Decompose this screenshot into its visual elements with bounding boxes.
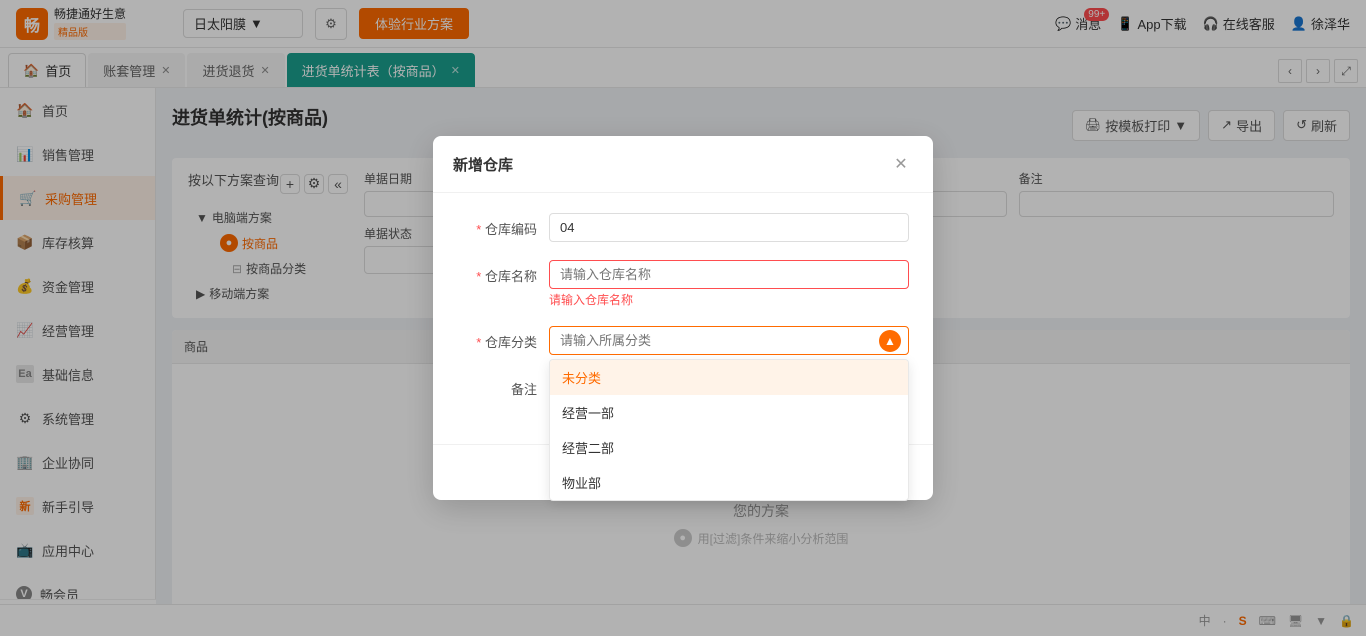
dropdown-option-unclassified[interactable]: 未分类: [550, 360, 908, 395]
dropdown-option-dept2[interactable]: 经营二部: [550, 430, 908, 465]
notes-label: 备注: [457, 373, 537, 398]
name-label: * 仓库名称: [457, 260, 537, 285]
name-control: 请输入仓库名称: [549, 260, 909, 308]
form-row-code: * 仓库编码: [457, 213, 909, 242]
warehouse-name-input[interactable]: [549, 260, 909, 289]
warehouse-code-input[interactable]: [549, 213, 909, 242]
form-row-name: * 仓库名称 请输入仓库名称: [457, 260, 909, 308]
code-label: * 仓库编码: [457, 213, 537, 238]
category-select-input[interactable]: [549, 326, 909, 355]
category-label: * 仓库分类: [457, 326, 537, 351]
dialog-title: 新增仓库: [453, 154, 513, 175]
code-control: [549, 213, 909, 242]
new-warehouse-dialog: 新增仓库 ✕ * 仓库编码 * 仓库名称: [433, 136, 933, 500]
category-dropdown: 未分类 经营一部 经营二部 物业部: [549, 359, 909, 501]
dialog-close-button[interactable]: ✕: [889, 152, 913, 176]
form-row-category: * 仓库分类 ▲ 未分类 经营一部 经营二部 物业部: [457, 326, 909, 355]
dialog-body: * 仓库编码 * 仓库名称 请输入仓库名称: [433, 193, 933, 440]
dropdown-option-dept3[interactable]: 物业部: [550, 465, 908, 500]
category-control: ▲ 未分类 经营一部 经营二部 物业部: [549, 326, 909, 355]
modal-overlay[interactable]: 新增仓库 ✕ * 仓库编码 * 仓库名称: [0, 0, 1366, 636]
name-error-msg: 请输入仓库名称: [549, 291, 909, 308]
dropdown-option-dept1[interactable]: 经营一部: [550, 395, 908, 430]
category-toggle-button[interactable]: ▲: [879, 330, 901, 352]
dialog-header: 新增仓库 ✕: [433, 136, 933, 193]
